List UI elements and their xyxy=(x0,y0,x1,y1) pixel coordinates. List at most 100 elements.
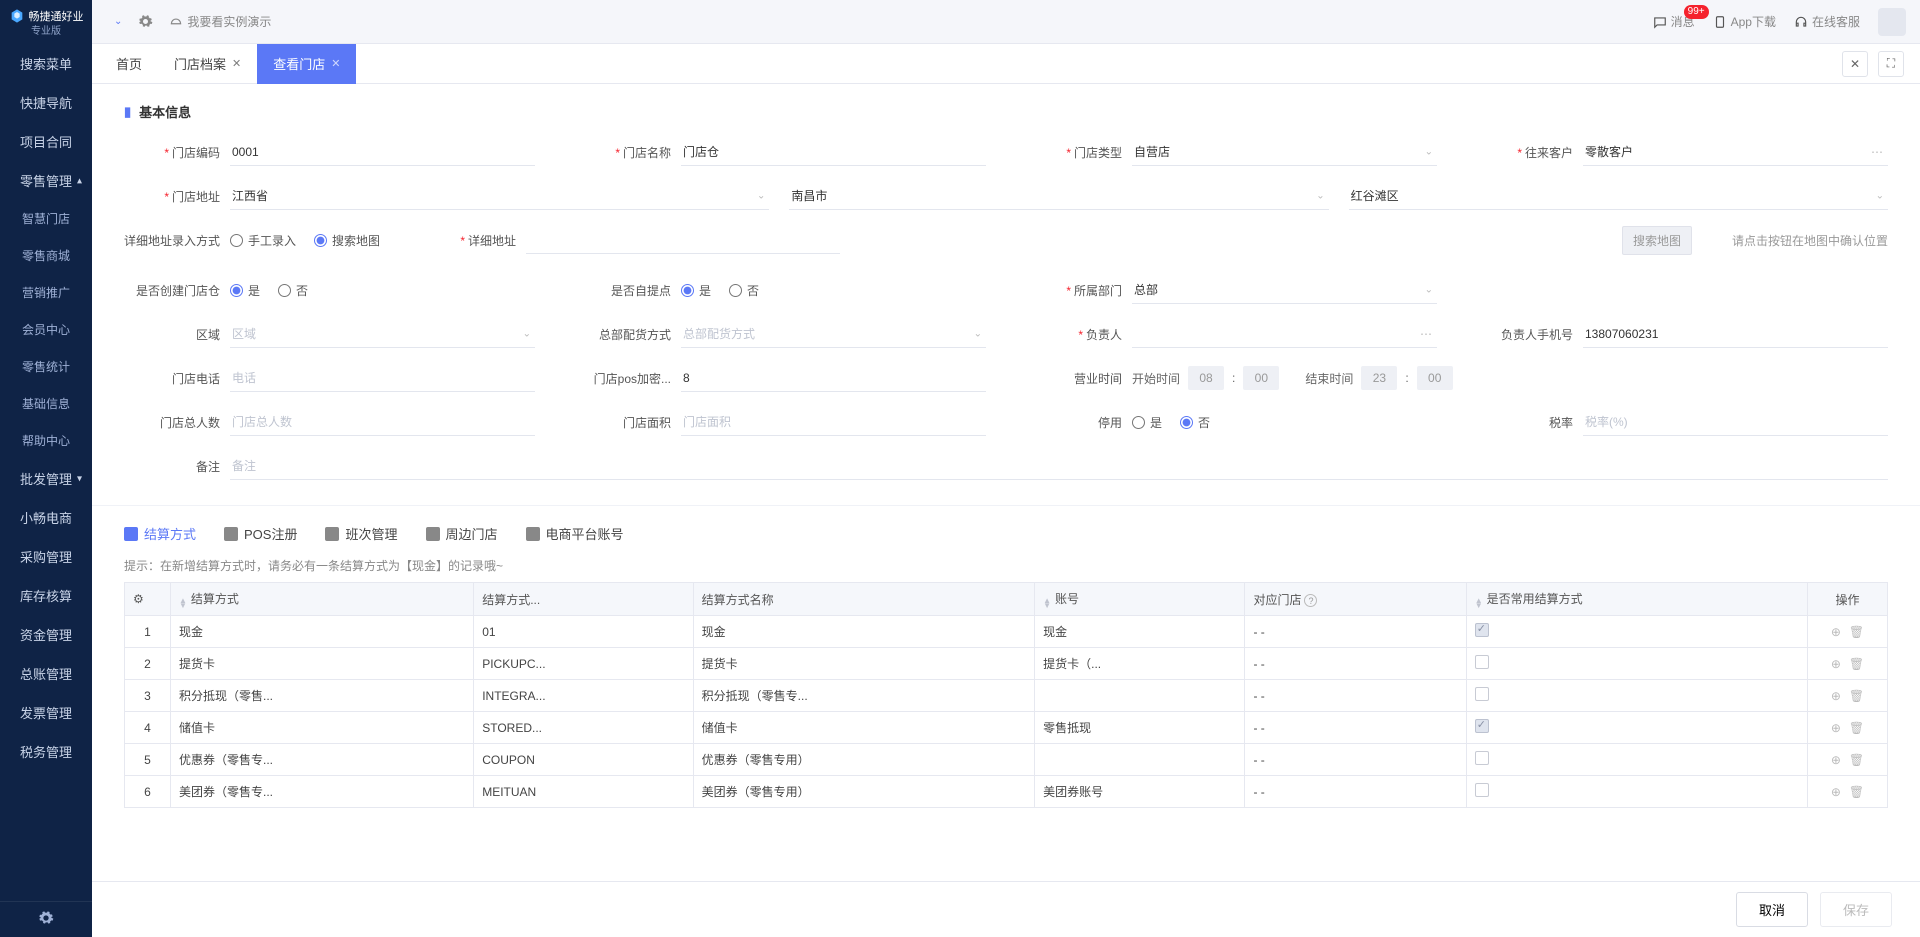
sub-tab-label: 结算方式 xyxy=(144,524,196,543)
sub-tab-4[interactable]: 电商平台账号 xyxy=(526,524,624,543)
district-select[interactable] xyxy=(1349,183,1888,210)
delete-row-icon[interactable]: 🗑 xyxy=(1849,785,1864,799)
remark-input[interactable] xyxy=(230,453,1888,480)
sidebar-item-2[interactable]: 项目合同 xyxy=(0,122,92,161)
province-select[interactable] xyxy=(230,183,769,210)
page-tab-1[interactable]: 门店档案✕ xyxy=(158,44,257,84)
owner-phone-input[interactable] xyxy=(1583,321,1888,348)
org-selector[interactable]: ⌄ xyxy=(106,16,122,27)
sub-tab-3[interactable]: 周边门店 xyxy=(426,524,498,543)
pos-pwd-input[interactable] xyxy=(681,365,986,392)
common-checkbox[interactable] xyxy=(1475,623,1489,637)
sidebar-item-13[interactable]: 采购管理 xyxy=(0,537,92,576)
start-min-input[interactable]: 00 xyxy=(1243,366,1279,390)
store-tel-input[interactable] xyxy=(230,365,535,392)
sidebar-item-8[interactable]: 零售统计 xyxy=(0,348,92,385)
fullscreen-button[interactable]: ⛶ xyxy=(1878,51,1904,77)
end-min-input[interactable]: 00 xyxy=(1417,366,1453,390)
sidebar-item-18[interactable]: 税务管理 xyxy=(0,732,92,771)
store-name-input[interactable] xyxy=(681,139,986,166)
gear-icon[interactable]: ⚙ xyxy=(133,592,144,606)
sub-tab-1[interactable]: POS注册 xyxy=(224,524,297,543)
sidebar-item-6[interactable]: 营销推广 xyxy=(0,274,92,311)
sidebar-item-3[interactable]: 零售管理▴ xyxy=(0,161,92,200)
sidebar-item-7[interactable]: 会员中心 xyxy=(0,311,92,348)
page-tab-2[interactable]: 查看门店✕ xyxy=(257,44,356,84)
app-download-button[interactable]: App下载 xyxy=(1713,13,1776,30)
sidebar-item-16[interactable]: 总账管理 xyxy=(0,654,92,693)
messages-button[interactable]: 消息 99+ xyxy=(1653,13,1695,30)
area-size-input[interactable] xyxy=(681,409,986,436)
area-select[interactable] xyxy=(230,321,535,348)
common-checkbox[interactable] xyxy=(1475,783,1489,797)
end-hour-input[interactable]: 23 xyxy=(1361,366,1397,390)
cancel-button[interactable]: 取消 xyxy=(1736,892,1808,927)
settings-icon[interactable] xyxy=(138,14,153,29)
sidebar-item-9[interactable]: 基础信息 xyxy=(0,385,92,422)
delete-row-icon[interactable]: 🗑 xyxy=(1849,721,1864,735)
city-select[interactable] xyxy=(789,183,1328,210)
search-map-button[interactable]: 搜索地图 xyxy=(1622,226,1692,255)
add-row-icon[interactable]: ⊕ xyxy=(1831,753,1841,767)
selfpick-yes-radio[interactable]: 是 xyxy=(681,282,711,299)
sidebar-item-4[interactable]: 智慧门店 xyxy=(0,200,92,237)
page-tab-0[interactable]: 首页 xyxy=(100,44,158,84)
sidebar-item-12[interactable]: 小畅电商 xyxy=(0,498,92,537)
sidebar-item-17[interactable]: 发票管理 xyxy=(0,693,92,732)
delete-row-icon[interactable]: 🗑 xyxy=(1849,689,1864,703)
department-select[interactable] xyxy=(1132,277,1437,304)
delete-row-icon[interactable]: 🗑 xyxy=(1849,753,1864,767)
detail-addr-input[interactable] xyxy=(526,227,840,254)
close-icon[interactable]: ✕ xyxy=(232,57,241,70)
start-hour-input[interactable]: 08 xyxy=(1188,366,1224,390)
demo-link[interactable]: 我要看实例演示 xyxy=(169,13,271,30)
add-row-icon[interactable]: ⊕ xyxy=(1831,785,1841,799)
common-checkbox[interactable] xyxy=(1475,687,1489,701)
headcount-input[interactable] xyxy=(230,409,535,436)
tax-input[interactable] xyxy=(1583,409,1888,436)
create-wh-yes-radio[interactable]: 是 xyxy=(230,282,260,299)
sub-tab-2[interactable]: 班次管理 xyxy=(325,524,397,543)
selfpick-no-radio[interactable]: 否 xyxy=(729,282,759,299)
label-tax: 税率 xyxy=(1549,416,1573,430)
save-button[interactable]: 保存 xyxy=(1820,892,1892,927)
sidebar-item-10[interactable]: 帮助中心 xyxy=(0,422,92,459)
common-checkbox[interactable] xyxy=(1475,751,1489,765)
customer-service-button[interactable]: 在线客服 xyxy=(1794,13,1860,30)
add-row-icon[interactable]: ⊕ xyxy=(1831,657,1841,671)
sidebar-item-0[interactable]: 搜索菜单 xyxy=(0,44,92,83)
help-icon[interactable]: ? xyxy=(1304,594,1317,607)
close-icon[interactable]: ✕ xyxy=(331,57,340,70)
sub-tab-icon xyxy=(124,527,138,541)
addr-mode-manual-radio[interactable]: 手工录入 xyxy=(230,232,296,249)
sort-icon[interactable]: ▲▼ xyxy=(1043,598,1051,608)
common-checkbox[interactable] xyxy=(1475,719,1489,733)
add-row-icon[interactable]: ⊕ xyxy=(1831,721,1841,735)
add-row-icon[interactable]: ⊕ xyxy=(1831,689,1841,703)
sub-tab-0[interactable]: 结算方式 xyxy=(124,524,196,543)
close-all-tabs-button[interactable]: ✕ xyxy=(1842,51,1868,77)
delete-row-icon[interactable]: 🗑 xyxy=(1849,625,1864,639)
add-row-icon[interactable]: ⊕ xyxy=(1831,625,1841,639)
sidebar-item-15[interactable]: 资金管理 xyxy=(0,615,92,654)
delete-row-icon[interactable]: 🗑 xyxy=(1849,657,1864,671)
owner-input[interactable] xyxy=(1132,321,1437,348)
hq-dist-select[interactable] xyxy=(681,321,986,348)
sidebar-item-11[interactable]: 批发管理▾ xyxy=(0,459,92,498)
user-avatar[interactable] xyxy=(1878,8,1906,36)
create-wh-no-radio[interactable]: 否 xyxy=(278,282,308,299)
disable-yes-radio[interactable]: 是 xyxy=(1132,414,1162,431)
common-checkbox[interactable] xyxy=(1475,655,1489,669)
sidebar-settings[interactable] xyxy=(0,901,92,937)
label-addr-mode: 详细地址录入方式 xyxy=(124,234,220,248)
sort-icon[interactable]: ▲▼ xyxy=(179,598,187,608)
customer-input[interactable] xyxy=(1583,139,1888,166)
sort-icon[interactable]: ▲▼ xyxy=(1475,598,1483,608)
sidebar-item-1[interactable]: 快捷导航 xyxy=(0,83,92,122)
addr-mode-map-radio[interactable]: 搜索地图 xyxy=(314,232,380,249)
store-type-select[interactable] xyxy=(1132,139,1437,166)
disable-no-radio[interactable]: 否 xyxy=(1180,414,1210,431)
store-code-input[interactable] xyxy=(230,139,535,166)
sidebar-item-5[interactable]: 零售商城 xyxy=(0,237,92,274)
sidebar-item-14[interactable]: 库存核算 xyxy=(0,576,92,615)
